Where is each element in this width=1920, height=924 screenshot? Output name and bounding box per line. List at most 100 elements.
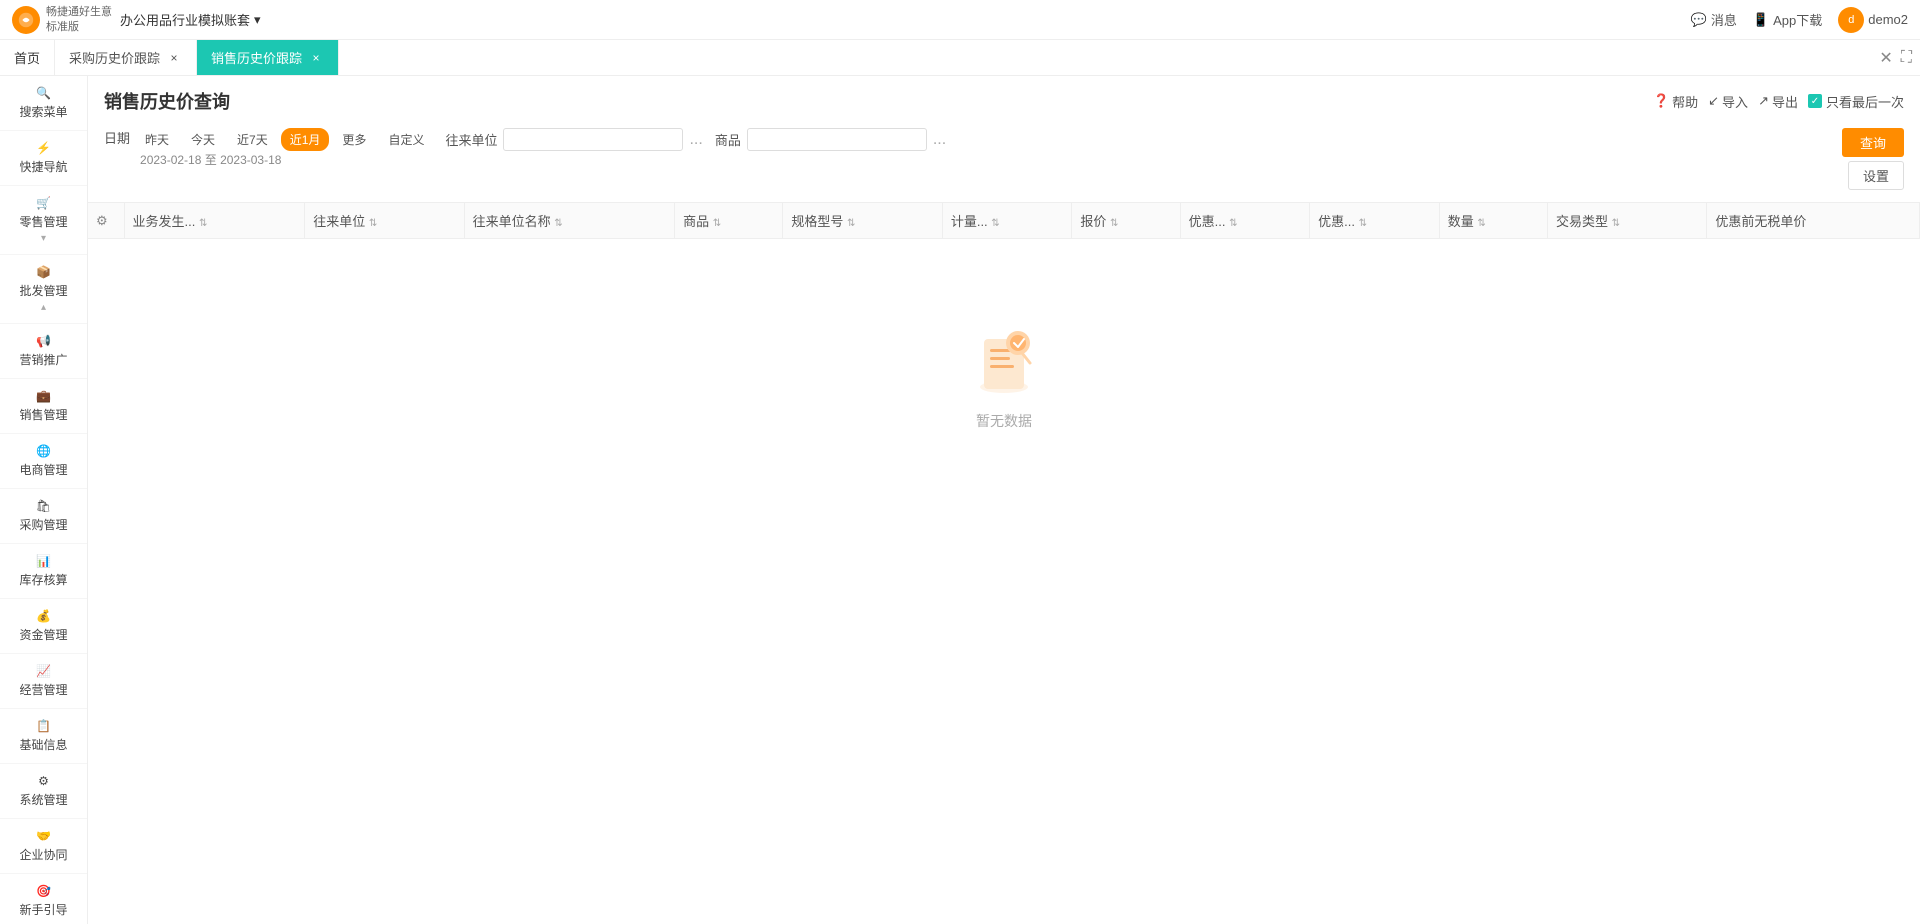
th-biz-date: 业务发生... ⇅ xyxy=(124,203,305,239)
sort-goods-icon[interactable]: ⇅ xyxy=(713,218,721,229)
sidebar-item-marketing[interactable]: 📢 营销推广 xyxy=(0,324,87,379)
inventory-icon: 📊 xyxy=(36,554,51,568)
date-btn-1month[interactable]: 近1月 xyxy=(281,128,330,151)
table-header: ⚙ 业务发生... ⇅ 往来单位 ⇅ 往来单位名称 ⇅ xyxy=(88,203,1920,239)
sort-unit-icon[interactable]: ⇅ xyxy=(991,218,999,229)
enterprise-collab-icon: 🤝 xyxy=(36,829,51,843)
app-selector[interactable]: 办公用品行业模拟账套 ▾ xyxy=(120,10,261,29)
page-title: 销售历史价查询 xyxy=(104,88,230,114)
close-window-icon[interactable]: ✕ xyxy=(1879,48,1892,68)
sort-trade-type-icon[interactable]: ⇅ xyxy=(1612,218,1620,229)
sidebar-item-retail-mgmt[interactable]: 🛒 零售管理 ▾ xyxy=(0,186,87,255)
sort-quote-icon[interactable]: ⇅ xyxy=(1110,218,1118,229)
date-btn-today[interactable]: 今天 xyxy=(182,128,224,151)
import-btn[interactable]: ↙ 导入 xyxy=(1708,92,1748,111)
sidebar-item-wholesale-mgmt[interactable]: 📦 批发管理 ▴ xyxy=(0,255,87,324)
close-purchase-tab-icon[interactable]: × xyxy=(166,50,182,66)
topbar-right: 💬 消息 📱 App下载 d demo2 xyxy=(1691,7,1908,33)
sidebar-label-purchase-mgmt: 采购管理 xyxy=(19,516,67,533)
th-spec-label: 规格型号 xyxy=(791,214,847,229)
sidebar-item-sys-mgmt[interactable]: ⚙ 系统管理 xyxy=(0,764,87,819)
tab-sales-history[interactable]: 销售历史价跟踪 × xyxy=(197,40,339,75)
user-area[interactable]: d demo2 xyxy=(1838,7,1908,33)
message-btn[interactable]: 💬 消息 xyxy=(1691,10,1737,29)
sidebar: 🔍 搜索菜单 ⚡ 快捷导航 🛒 零售管理 ▾ 📦 批发管理 ▴ 📢 营销推广 💼… xyxy=(0,76,88,924)
sort-discount2-icon[interactable]: ⇅ xyxy=(1359,218,1367,229)
checkbox-checked-icon xyxy=(1808,94,1822,108)
close-sales-tab-icon[interactable]: × xyxy=(308,50,324,66)
sales-history-label: 销售历史价跟踪 xyxy=(211,48,302,67)
date-range-text: 2023-02-18 至 2023-03-18 xyxy=(140,151,433,168)
sidebar-label-ops-mgmt: 经营管理 xyxy=(19,681,67,698)
only-last-checkbox[interactable]: 只看最后一次 xyxy=(1808,92,1904,111)
goods-input[interactable] xyxy=(747,128,927,151)
sort-discount1-icon[interactable]: ⇅ xyxy=(1229,218,1237,229)
empty-state-text: 暂无数据 xyxy=(976,411,1032,431)
tab-home[interactable]: 首页 xyxy=(0,40,55,75)
sidebar-item-sales-mgmt[interactable]: 💼 销售管理 xyxy=(0,379,87,434)
main-layout: 🔍 搜索菜单 ⚡ 快捷导航 🛒 零售管理 ▾ 📦 批发管理 ▴ 📢 营销推广 💼… xyxy=(0,76,1920,924)
sort-partner-code-icon[interactable]: ⇅ xyxy=(369,218,377,229)
partner-dots-btn[interactable]: ... xyxy=(689,131,702,149)
date-btn-yesterday[interactable]: 昨天 xyxy=(136,128,178,151)
header-actions: ❓ 帮助 ↙ 导入 ↗ 导出 只看最后一次 xyxy=(1653,92,1904,111)
topbar: 畅捷通好生意 标准版 办公用品行业模拟账套 ▾ 💬 消息 📱 App下载 d d… xyxy=(0,0,1920,40)
sidebar-label-ecommerce-mgmt: 电商管理 xyxy=(19,461,67,478)
th-qty-label: 数量 xyxy=(1448,214,1478,229)
date-btn-7days[interactable]: 近7天 xyxy=(228,128,277,151)
sidebar-label-retail-mgmt: 零售管理 xyxy=(19,213,67,230)
th-spec: 规格型号 ⇅ xyxy=(783,203,942,239)
empty-state-icon xyxy=(964,319,1044,399)
sidebar-item-quick-nav[interactable]: ⚡ 快捷导航 xyxy=(0,131,87,186)
table-settings-gear-icon[interactable]: ⚙ xyxy=(96,213,108,228)
sort-qty-icon[interactable]: ⇅ xyxy=(1477,218,1485,229)
date-btn-more[interactable]: 更多 xyxy=(333,128,375,151)
sidebar-label-newcomer-guide: 新手引导 xyxy=(19,901,67,918)
avatar: d xyxy=(1838,7,1864,33)
newcomer-guide-icon: 🎯 xyxy=(36,884,51,898)
export-icon: ↗ xyxy=(1758,93,1769,109)
sidebar-item-inventory[interactable]: 📊 库存核算 xyxy=(0,544,87,599)
sidebar-item-finance-mgmt[interactable]: 💰 资金管理 xyxy=(0,599,87,654)
partner-input[interactable] xyxy=(503,128,683,151)
sidebar-item-ecommerce-mgmt[interactable]: 🌐 电商管理 xyxy=(0,434,87,489)
th-qty: 数量 ⇅ xyxy=(1439,203,1547,239)
table-header-row: ⚙ 业务发生... ⇅ 往来单位 ⇅ 往来单位名称 ⇅ xyxy=(88,203,1920,239)
th-biz-date-label: 业务发生... xyxy=(133,214,199,229)
maximize-window-icon[interactable]: ⛶ xyxy=(1901,49,1912,67)
tab-purchase-history[interactable]: 采购历史价跟踪 × xyxy=(55,40,197,75)
sidebar-item-newcomer-guide[interactable]: 🎯 新手引导 xyxy=(0,874,87,924)
sort-spec-icon[interactable]: ⇅ xyxy=(847,218,855,229)
ops-mgmt-icon: 📈 xyxy=(36,664,51,678)
filter-settings-button[interactable]: 设置 xyxy=(1848,161,1904,190)
help-btn[interactable]: ❓ 帮助 xyxy=(1653,92,1698,111)
export-btn[interactable]: ↗ 导出 xyxy=(1758,92,1798,111)
goods-filter: 商品 ... xyxy=(715,128,946,151)
sidebar-item-search-menu[interactable]: 🔍 搜索菜单 xyxy=(0,76,87,131)
sidebar-label-finance-mgmt: 资金管理 xyxy=(19,626,67,643)
sidebar-label-enterprise-collab: 企业协同 xyxy=(19,846,67,863)
sidebar-label-sales-mgmt: 销售管理 xyxy=(19,406,67,423)
sidebar-label-quick-nav: 快捷导航 xyxy=(19,158,67,175)
th-discount1-label: 优惠... xyxy=(1189,214,1229,229)
th-goods: 商品 ⇅ xyxy=(675,203,783,239)
basic-info-icon: 📋 xyxy=(36,719,51,733)
goods-filter-label: 商品 xyxy=(715,130,741,149)
sort-biz-date-icon[interactable]: ⇅ xyxy=(199,218,207,229)
sort-partner-name-icon[interactable]: ⇅ xyxy=(554,218,562,229)
purchase-history-label: 采购历史价跟踪 xyxy=(69,48,160,67)
sidebar-item-basic-info[interactable]: 📋 基础信息 xyxy=(0,709,87,764)
query-button[interactable]: 查询 xyxy=(1842,128,1904,157)
sidebar-item-purchase-mgmt[interactable]: 🛍 采购管理 xyxy=(0,489,87,544)
date-btn-custom[interactable]: 自定义 xyxy=(379,128,433,151)
sidebar-item-enterprise-collab[interactable]: 🤝 企业协同 xyxy=(0,819,87,874)
sidebar-label-search-menu: 搜索菜单 xyxy=(19,103,67,120)
goods-dots-btn[interactable]: ... xyxy=(933,131,946,149)
sidebar-item-ops-mgmt[interactable]: 📈 经营管理 xyxy=(0,654,87,709)
logo-area: 畅捷通好生意 标准版 xyxy=(12,5,112,34)
chevron-down-icon: ▾ xyxy=(254,12,261,28)
app-download-btn[interactable]: 📱 App下载 xyxy=(1753,10,1822,29)
sys-mgmt-icon: ⚙ xyxy=(38,774,49,788)
import-icon: ↙ xyxy=(1708,93,1719,109)
wholesale-mgmt-icon: 📦 xyxy=(36,265,51,279)
